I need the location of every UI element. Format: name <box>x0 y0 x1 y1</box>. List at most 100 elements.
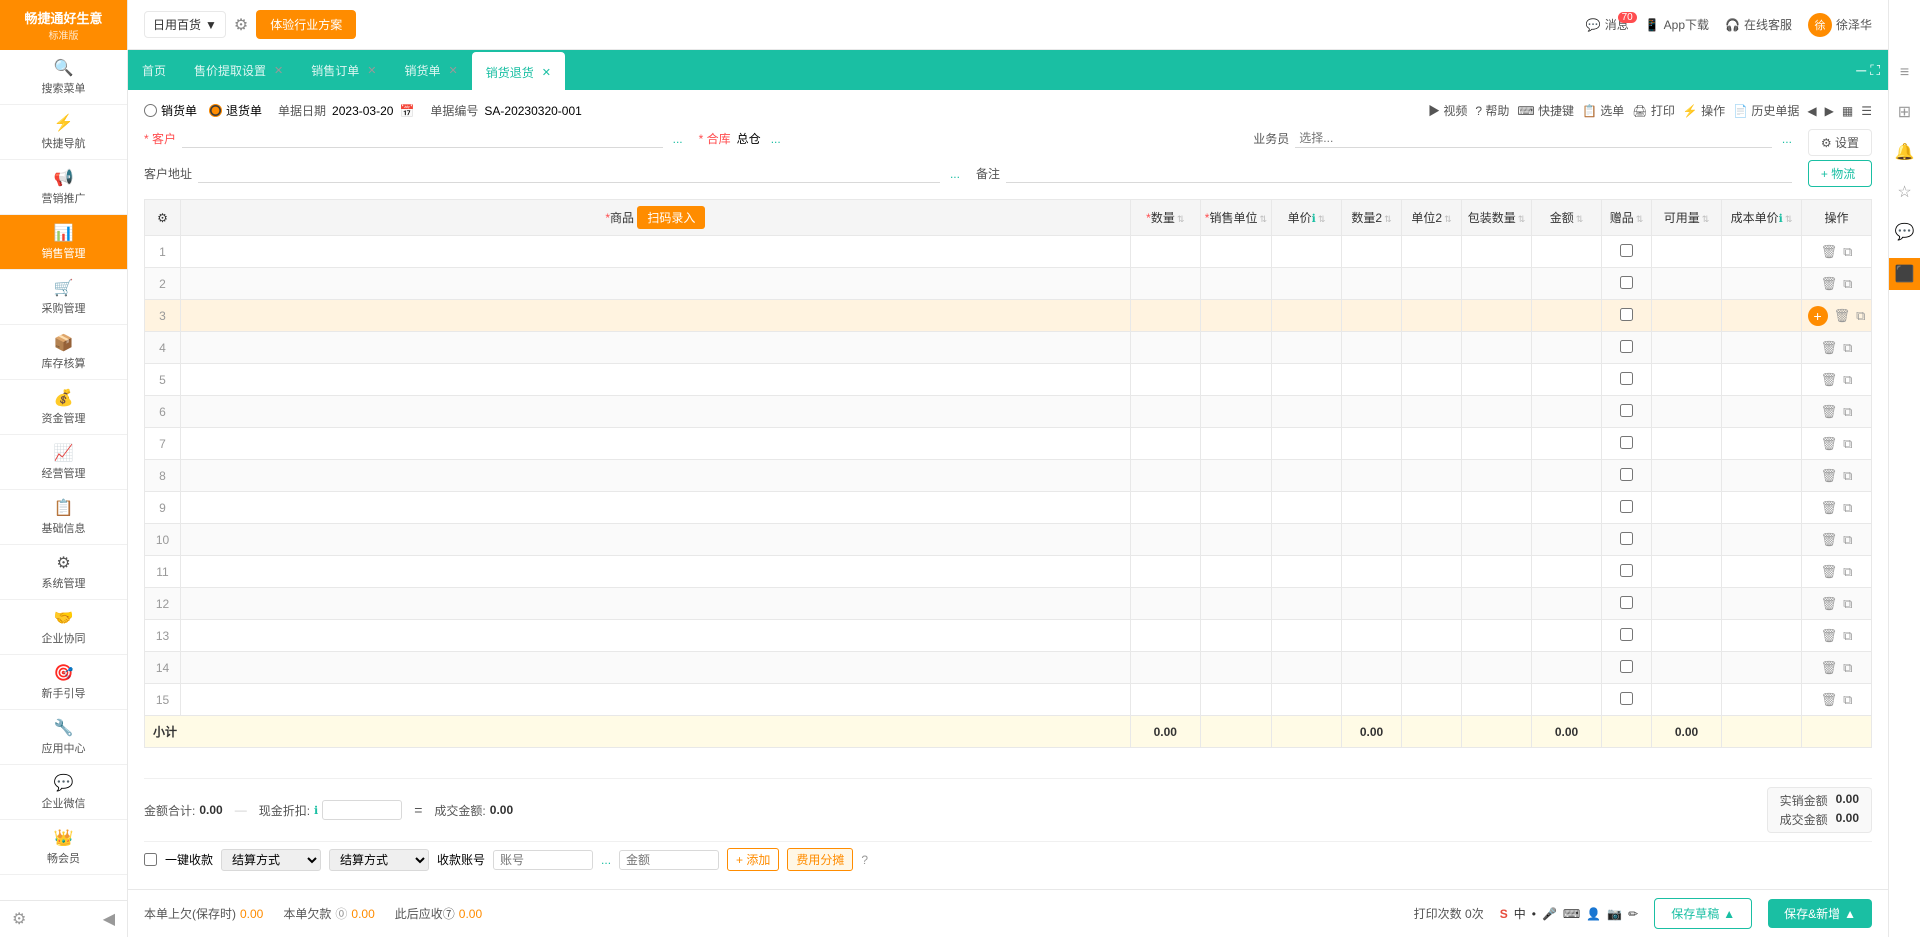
row-pkg-cell[interactable] <box>1462 332 1532 364</box>
row-pkg-cell[interactable] <box>1462 652 1532 684</box>
gift-checkbox[interactable] <box>1620 628 1633 641</box>
row-qty-cell[interactable] <box>1130 460 1200 492</box>
row-pkg-cell[interactable] <box>1462 460 1532 492</box>
copy-row-icon[interactable]: ⧉ <box>1843 404 1852 420</box>
row-amount-cell[interactable] <box>1532 620 1602 652</box>
row-gift-cell[interactable] <box>1602 460 1652 492</box>
row-gift-cell[interactable] <box>1602 684 1652 716</box>
fee-help-icon[interactable]: ? <box>861 853 868 867</box>
row-price-cell[interactable] <box>1272 236 1342 268</box>
delete-row-icon[interactable]: 🗑 <box>1821 532 1838 548</box>
row-unit-cell[interactable] <box>1200 588 1271 620</box>
row-product-cell[interactable] <box>181 428 1131 460</box>
row-amount-cell[interactable] <box>1532 684 1602 716</box>
trial-button[interactable]: 体验行业方案 <box>256 10 356 39</box>
row-price-cell[interactable] <box>1272 684 1342 716</box>
discount-input[interactable] <box>322 800 402 820</box>
row-avail-cell[interactable] <box>1652 492 1722 524</box>
save-new-button[interactable]: 保存&新增 ▲ <box>1768 899 1872 928</box>
sidebar-item-basic[interactable]: 📋 基础信息 <box>0 490 127 545</box>
radio-delivery[interactable]: 销货单 <box>144 102 197 119</box>
row-cost-cell[interactable] <box>1722 236 1802 268</box>
tab-close-icon[interactable]: ✕ <box>274 64 283 77</box>
row-product-cell[interactable] <box>181 268 1131 300</box>
row-pkg-cell[interactable] <box>1462 620 1532 652</box>
address-input[interactable] <box>198 164 940 183</box>
row-pkg-cell[interactable] <box>1462 396 1532 428</box>
row-qty2-cell[interactable] <box>1342 236 1402 268</box>
copy-row-icon[interactable]: ⧉ <box>1843 340 1852 356</box>
row-qty2-cell[interactable] <box>1342 300 1402 332</box>
row-amount-cell[interactable] <box>1532 428 1602 460</box>
row-pkg-cell[interactable] <box>1462 588 1532 620</box>
row-amount-cell[interactable] <box>1532 268 1602 300</box>
rp-bell-icon[interactable]: 🔔 <box>1891 138 1919 166</box>
copy-row-icon[interactable]: ⧉ <box>1843 372 1852 388</box>
row-cost-cell[interactable] <box>1722 300 1802 332</box>
row-gift-cell[interactable] <box>1602 396 1652 428</box>
row-unit2-cell[interactable] <box>1402 332 1462 364</box>
row-qty-cell[interactable] <box>1130 268 1200 300</box>
row-qty2-cell[interactable] <box>1342 492 1402 524</box>
gift-checkbox[interactable] <box>1620 532 1633 545</box>
delete-row-icon[interactable]: 🗑 <box>1821 404 1838 420</box>
tab-close-icon[interactable]: ✕ <box>367 64 376 77</box>
row-unit2-cell[interactable] <box>1402 588 1462 620</box>
row-unit-cell[interactable] <box>1200 332 1271 364</box>
row-avail-cell[interactable] <box>1652 428 1722 460</box>
row-avail-cell[interactable] <box>1652 524 1722 556</box>
delete-row-icon[interactable]: 🗑 <box>1821 500 1838 516</box>
row-unit-cell[interactable] <box>1200 428 1271 460</box>
row-avail-cell[interactable] <box>1652 300 1722 332</box>
tab-delivery[interactable]: 销货单 ✕ <box>390 50 471 90</box>
row-cost-cell[interactable] <box>1722 620 1802 652</box>
salesperson-select-btn[interactable]: ... <box>1782 132 1792 146</box>
row-product-cell[interactable] <box>181 236 1131 268</box>
row-pkg-cell[interactable] <box>1462 556 1532 588</box>
row-unit2-cell[interactable] <box>1402 620 1462 652</box>
one-key-payment-checkbox[interactable] <box>144 853 157 866</box>
row-product-cell[interactable] <box>181 556 1131 588</box>
product-input[interactable] <box>185 309 1126 323</box>
row-qty2-cell[interactable] <box>1342 556 1402 588</box>
customer-select-btn[interactable]: ... <box>673 132 683 146</box>
sidebar-item-purchase[interactable]: 🛒 采购管理 <box>0 270 127 325</box>
row-gift-cell[interactable] <box>1602 332 1652 364</box>
copy-row-icon[interactable]: ⧉ <box>1843 628 1852 644</box>
row-unit2-cell[interactable] <box>1402 396 1462 428</box>
copy-row-icon[interactable]: ⧉ <box>1843 564 1852 580</box>
row-qty-cell[interactable] <box>1130 364 1200 396</box>
row-gift-cell[interactable] <box>1602 300 1652 332</box>
collapse-icon[interactable]: ◀ <box>103 909 115 929</box>
row-price-cell[interactable] <box>1272 332 1342 364</box>
gift-checkbox[interactable] <box>1620 404 1633 417</box>
rp-star-icon[interactable]: ☆ <box>1893 178 1915 206</box>
row-qty-cell[interactable] <box>1130 332 1200 364</box>
row-qty2-cell[interactable] <box>1342 396 1402 428</box>
settings-button[interactable]: ⚙ 设置 <box>1808 129 1872 156</box>
tab-price-extract[interactable]: 售价提取设置 ✕ <box>180 50 297 90</box>
sidebar-item-wechat[interactable]: 💬 企业微信 <box>0 765 127 820</box>
row-qty2-cell[interactable] <box>1342 524 1402 556</box>
row-unit2-cell[interactable] <box>1402 556 1462 588</box>
row-cost-cell[interactable] <box>1722 556 1802 588</box>
row-avail-cell[interactable] <box>1652 332 1722 364</box>
copy-row-icon[interactable]: ⧉ <box>1856 308 1865 324</box>
gift-checkbox[interactable] <box>1620 692 1633 705</box>
rp-list-icon[interactable]: ≡ <box>1896 60 1913 86</box>
row-amount-cell[interactable] <box>1532 460 1602 492</box>
row-avail-cell[interactable] <box>1652 364 1722 396</box>
row-product-cell[interactable] <box>181 588 1131 620</box>
calc-method-select[interactable]: 结算方式 <box>329 849 429 871</box>
copy-row-icon[interactable]: ⧉ <box>1843 436 1852 452</box>
row-amount-cell[interactable] <box>1532 300 1602 332</box>
row-unit-cell[interactable] <box>1200 652 1271 684</box>
gift-checkbox[interactable] <box>1620 660 1633 673</box>
row-unit-cell[interactable] <box>1200 364 1271 396</box>
history-action[interactable]: 📄 历史单据 <box>1733 102 1799 119</box>
row-price-cell[interactable] <box>1272 428 1342 460</box>
row-price-cell[interactable] <box>1272 300 1342 332</box>
row-unit2-cell[interactable] <box>1402 364 1462 396</box>
row-qty2-cell[interactable] <box>1342 652 1402 684</box>
row-qty-cell[interactable] <box>1130 620 1200 652</box>
